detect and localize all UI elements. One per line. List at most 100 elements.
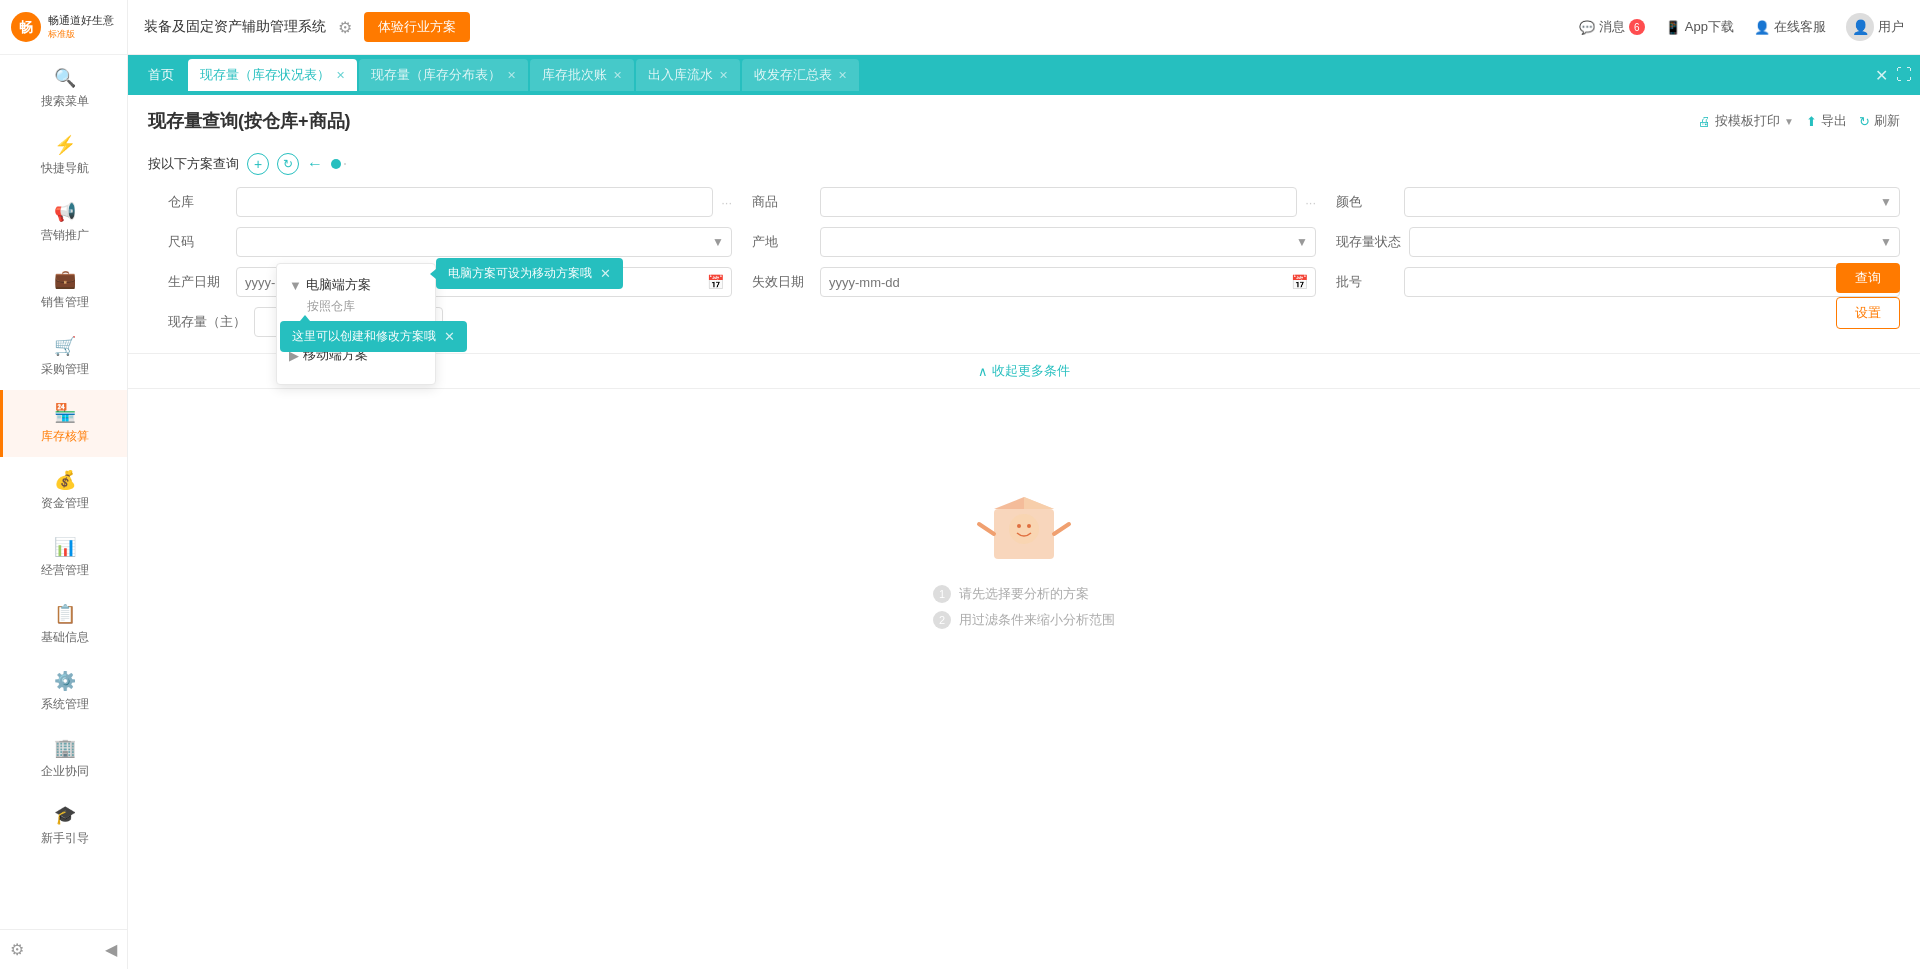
sidebar-item-quicknav[interactable]: ⚡ 快捷导航 (0, 122, 127, 189)
size-select[interactable] (236, 227, 732, 257)
sidebar-item-enterprise[interactable]: 🏢 企业协同 (0, 725, 127, 792)
sidebar-item-finance[interactable]: 💰 资金管理 (0, 457, 127, 524)
export-btn[interactable]: ⬆ 导出 (1806, 112, 1847, 130)
sales-icon: 💼 (54, 268, 76, 290)
desktop-scheme-label: 电脑端方案 (306, 276, 371, 294)
inventory-icon: 🏪 (54, 402, 76, 424)
basics-icon: 📋 (54, 603, 76, 625)
sidebar-item-basics[interactable]: 📋 基础信息 (0, 591, 127, 658)
tab-in-out-flow-close[interactable]: ✕ (719, 69, 728, 82)
expiry-date-calendar-icon[interactable]: 📅 (1291, 274, 1308, 290)
print-icon: 🖨 (1698, 114, 1711, 129)
tab-inventory-status[interactable]: 现存量（库存状况表） ✕ (188, 59, 357, 91)
operations-icon: 📊 (54, 536, 76, 558)
origin-select[interactable] (820, 227, 1316, 257)
message-badge: 6 (1629, 19, 1645, 35)
origin-select-wrap: ▼ (820, 227, 1316, 257)
scheme-selector-wrap: ▼ 电脑端方案 按照仓库 按商品 ▶ 移动端方案 (148, 187, 1900, 337)
phone-icon: 📱 (1665, 20, 1681, 35)
tab-fullscreen-icon[interactable]: ⛶ (1896, 66, 1912, 85)
query-btn[interactable]: 查询 (1836, 263, 1900, 293)
filter-row-2: 尺码 ▼ 产地 ▼ (168, 227, 1900, 257)
tab-in-out-flow[interactable]: 出入库流水 ✕ (636, 59, 740, 91)
product-dots[interactable]: ··· (1305, 195, 1316, 210)
prev-scheme-arrow[interactable]: ← (307, 155, 323, 173)
edit-tooltip-close[interactable]: ✕ (444, 329, 455, 344)
main-area: 装备及固定资产辅助管理系统 ⚙ 体验行业方案 💬 消息 6 📱 App下载 👤 … (128, 0, 1920, 969)
refresh-btn[interactable]: ↻ 刷新 (1859, 112, 1900, 130)
tab-inventory-status-label: 现存量（库存状况表） (200, 66, 330, 84)
sidebar-item-search[interactable]: 🔍 搜索菜单 (0, 55, 127, 122)
query-btn-group: 查询 设置 (1836, 263, 1900, 329)
print-dropdown-icon: ▼ (1784, 116, 1794, 127)
sidebar-item-basics-label: 基础信息 (41, 629, 89, 646)
refresh-label: 刷新 (1874, 112, 1900, 130)
tab-batch-accounts-close[interactable]: ✕ (613, 69, 622, 82)
expiry-date-input[interactable] (820, 267, 1316, 297)
scheme-tooltip: 电脑方案可设为移动方案哦 ✕ (436, 258, 623, 289)
warehouse-input[interactable] (236, 187, 713, 217)
batch-input[interactable] (1404, 267, 1900, 297)
origin-label: 产地 (752, 233, 812, 251)
sidebar-item-inventory[interactable]: 🏪 库存核算 (0, 390, 127, 457)
filter-title: 按以下方案查询 (148, 155, 239, 173)
tab-inventory-dist[interactable]: 现存量（库存分布表） ✕ (359, 59, 528, 91)
header-settings-icon[interactable]: ⚙ (338, 18, 352, 37)
sidebar-item-operations[interactable]: 📊 经营管理 (0, 524, 127, 591)
sidebar-item-sales[interactable]: 💼 销售管理 (0, 256, 127, 323)
content-area: 现存量查询(按仓库+商品) 🖨 按模板打印 ▼ ⬆ 导出 ↻ 刷新 (128, 95, 1920, 969)
scheme-tree-desktop[interactable]: ▼ 电脑端方案 (277, 272, 435, 298)
empty-step-1: 1 请先选择要分析的方案 (933, 585, 1115, 603)
filter-color: 颜色 ▼ (1336, 187, 1900, 217)
svg-point-7 (1027, 524, 1031, 528)
sidebar-item-purchase[interactable]: 🛒 采购管理 (0, 323, 127, 390)
tab-collect-summary[interactable]: 收发存汇总表 ✕ (742, 59, 859, 91)
stock-main-label: 现存量（主） (168, 313, 246, 331)
svg-line-8 (979, 524, 994, 534)
tab-inventory-status-close[interactable]: ✕ (336, 69, 345, 82)
settings-btn[interactable]: 设置 (1836, 297, 1900, 329)
color-select[interactable] (1404, 187, 1900, 217)
sidebar-item-purchase-label: 采购管理 (41, 361, 89, 378)
desktop-tree-arrow[interactable]: ▼ (289, 278, 302, 293)
settings-bottom-icon[interactable]: ⚙ (10, 940, 24, 959)
production-date-calendar-icon[interactable]: 📅 (707, 274, 724, 290)
tab-collect-summary-close[interactable]: ✕ (838, 69, 847, 82)
user-label: 用户 (1878, 18, 1904, 36)
tab-home[interactable]: 首页 (136, 59, 186, 91)
step-2-text: 用过滤条件来缩小分析范围 (959, 611, 1115, 629)
sidebar-item-sales-label: 销售管理 (41, 294, 89, 311)
size-select-wrap: ▼ (236, 227, 732, 257)
sidebar-item-marketing[interactable]: 📢 营销推广 (0, 189, 127, 256)
export-label: 导出 (1821, 112, 1847, 130)
scheme-by-warehouse[interactable]: 按照仓库 (277, 298, 435, 315)
user-item[interactable]: 👤 用户 (1846, 13, 1904, 41)
industry-btn[interactable]: 体验行业方案 (364, 12, 470, 42)
stock-status-select[interactable] (1409, 227, 1900, 257)
message-item[interactable]: 💬 消息 6 (1579, 18, 1645, 36)
size-label: 尺码 (168, 233, 228, 251)
online-service-item[interactable]: 👤 在线客服 (1754, 18, 1826, 36)
tab-batch-accounts[interactable]: 库存批次账 ✕ (530, 59, 634, 91)
tab-close-all-icon[interactable]: ✕ (1875, 66, 1888, 85)
header-left: 装备及固定资产辅助管理系统 ⚙ 体验行业方案 (144, 12, 470, 42)
step-1-num: 1 (933, 585, 951, 603)
tab-bar: 首页 现存量（库存状况表） ✕ 现存量（库存分布表） ✕ 库存批次账 ✕ 出入库… (128, 55, 1920, 95)
add-scheme-btn[interactable]: + (247, 153, 269, 175)
app-download-item[interactable]: 📱 App下载 (1665, 18, 1734, 36)
svg-point-5 (1009, 514, 1039, 544)
tab-inventory-dist-close[interactable]: ✕ (507, 69, 516, 82)
template-print-btn[interactable]: 🖨 按模板打印 ▼ (1698, 112, 1794, 130)
online-service-label: 在线客服 (1774, 18, 1826, 36)
product-input[interactable] (820, 187, 1297, 217)
message-label: 消息 (1599, 18, 1625, 36)
scheme-tooltip-close[interactable]: ✕ (600, 266, 611, 281)
sidebar-item-system[interactable]: ⚙️ 系统管理 (0, 658, 127, 725)
warehouse-dots[interactable]: ··· (721, 195, 732, 210)
sidebar-item-guide[interactable]: 🎓 新手引导 (0, 792, 127, 859)
tab-inventory-dist-label: 现存量（库存分布表） (371, 66, 501, 84)
refresh-scheme-btn[interactable]: ↻ (277, 153, 299, 175)
collapse-sidebar-icon[interactable]: ◀ (105, 940, 117, 959)
filter-expiry-date: 失效日期 📅 (752, 267, 1316, 297)
marketing-icon: 📢 (54, 201, 76, 223)
